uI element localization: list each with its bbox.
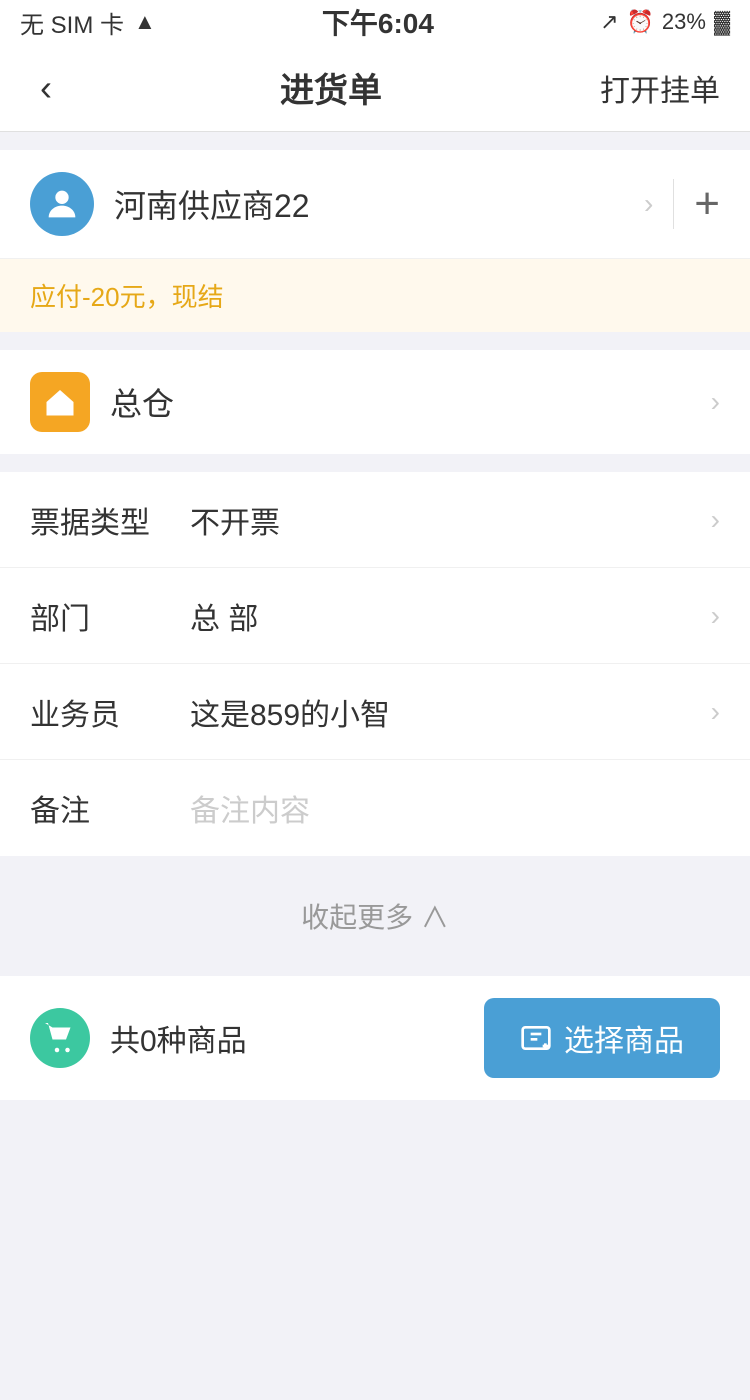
content-area: 河南供应商22 › + 应付-20元，现结 总仓 › 票据类型 不开票 › [0,150,750,1400]
supplier-section: 河南供应商22 › + 应付-20元，现结 [0,150,750,332]
form-section: 票据类型 不开票 › 部门 总 部 › 业务员 这是859的小智 › 备注 备注… [0,472,750,856]
battery-label: 23% [662,9,706,35]
supplier-avatar [30,172,94,236]
department-label: 部门 [30,594,170,638]
status-carrier: 无 SIM 卡 ▲ [20,5,156,40]
product-count-label: 共0种商品 [110,1016,484,1060]
open-pending-button[interactable]: 打开挂单 [600,66,720,110]
department-chevron-icon: › [711,600,720,632]
supplier-row[interactable]: 河南供应商22 › + [0,150,750,259]
remark-label: 备注 [30,786,170,830]
supplier-name: 河南供应商22 [114,181,644,227]
salesperson-value: 这是859的小智 [170,690,711,734]
salesperson-label: 业务员 [30,690,170,734]
wifi-icon: ▲ [134,9,156,35]
product-section: 共0种商品 选择商品 [0,976,750,1100]
invoice-type-value: 不开票 [170,498,711,542]
warehouse-name: 总仓 [110,379,711,425]
select-product-button[interactable]: 选择商品 [484,998,720,1078]
back-button[interactable]: ‹ [30,57,62,119]
department-row[interactable]: 部门 总 部 › [0,568,750,664]
status-bar: 无 SIM 卡 ▲ 下午6:04 ↗ ⏰ 23% ▓ [0,0,750,44]
collapse-label: 收起更多 ∧ [301,902,449,933]
warehouse-row[interactable]: 总仓 › [0,350,750,454]
person-icon [42,184,82,224]
notice-text: 应付-20元，现结 [30,282,224,312]
salesperson-chevron-icon: › [711,696,720,728]
nav-bar: ‹ 进货单 打开挂单 [0,44,750,132]
product-icon-bg [30,1008,90,1068]
bottom-area [0,1100,750,1400]
add-supplier-button[interactable]: + [673,179,720,229]
location-icon: ↗ [600,9,618,35]
page-title: 进货单 [280,63,382,112]
supplier-chevron-icon: › [644,188,653,220]
invoice-type-label: 票据类型 [30,498,170,542]
warehouse-section: 总仓 › [0,350,750,454]
department-value: 总 部 [170,594,711,638]
select-product-label: 选择商品 [564,1016,684,1060]
warehouse-chevron-icon: › [711,386,720,418]
alarm-icon: ⏰ [627,9,654,35]
carrier-label: 无 SIM 卡 [20,5,124,40]
remark-row[interactable]: 备注 备注内容 [0,760,750,856]
status-indicators: ↗ ⏰ 23% ▓ [600,9,730,35]
home-icon [42,384,78,420]
invoice-type-row[interactable]: 票据类型 不开票 › [0,472,750,568]
battery-icon: ▓ [714,9,730,35]
status-time: 下午6:04 [322,2,434,42]
select-product-icon [520,1022,552,1054]
warehouse-icon-bg [30,372,90,432]
salesperson-row[interactable]: 业务员 这是859的小智 › [0,664,750,760]
invoice-type-chevron-icon: › [711,504,720,536]
collapse-row[interactable]: 收起更多 ∧ [0,874,750,958]
remark-input[interactable]: 备注内容 [170,786,720,830]
cart-icon [42,1020,78,1056]
notice-bar: 应付-20元，现结 [0,259,750,332]
